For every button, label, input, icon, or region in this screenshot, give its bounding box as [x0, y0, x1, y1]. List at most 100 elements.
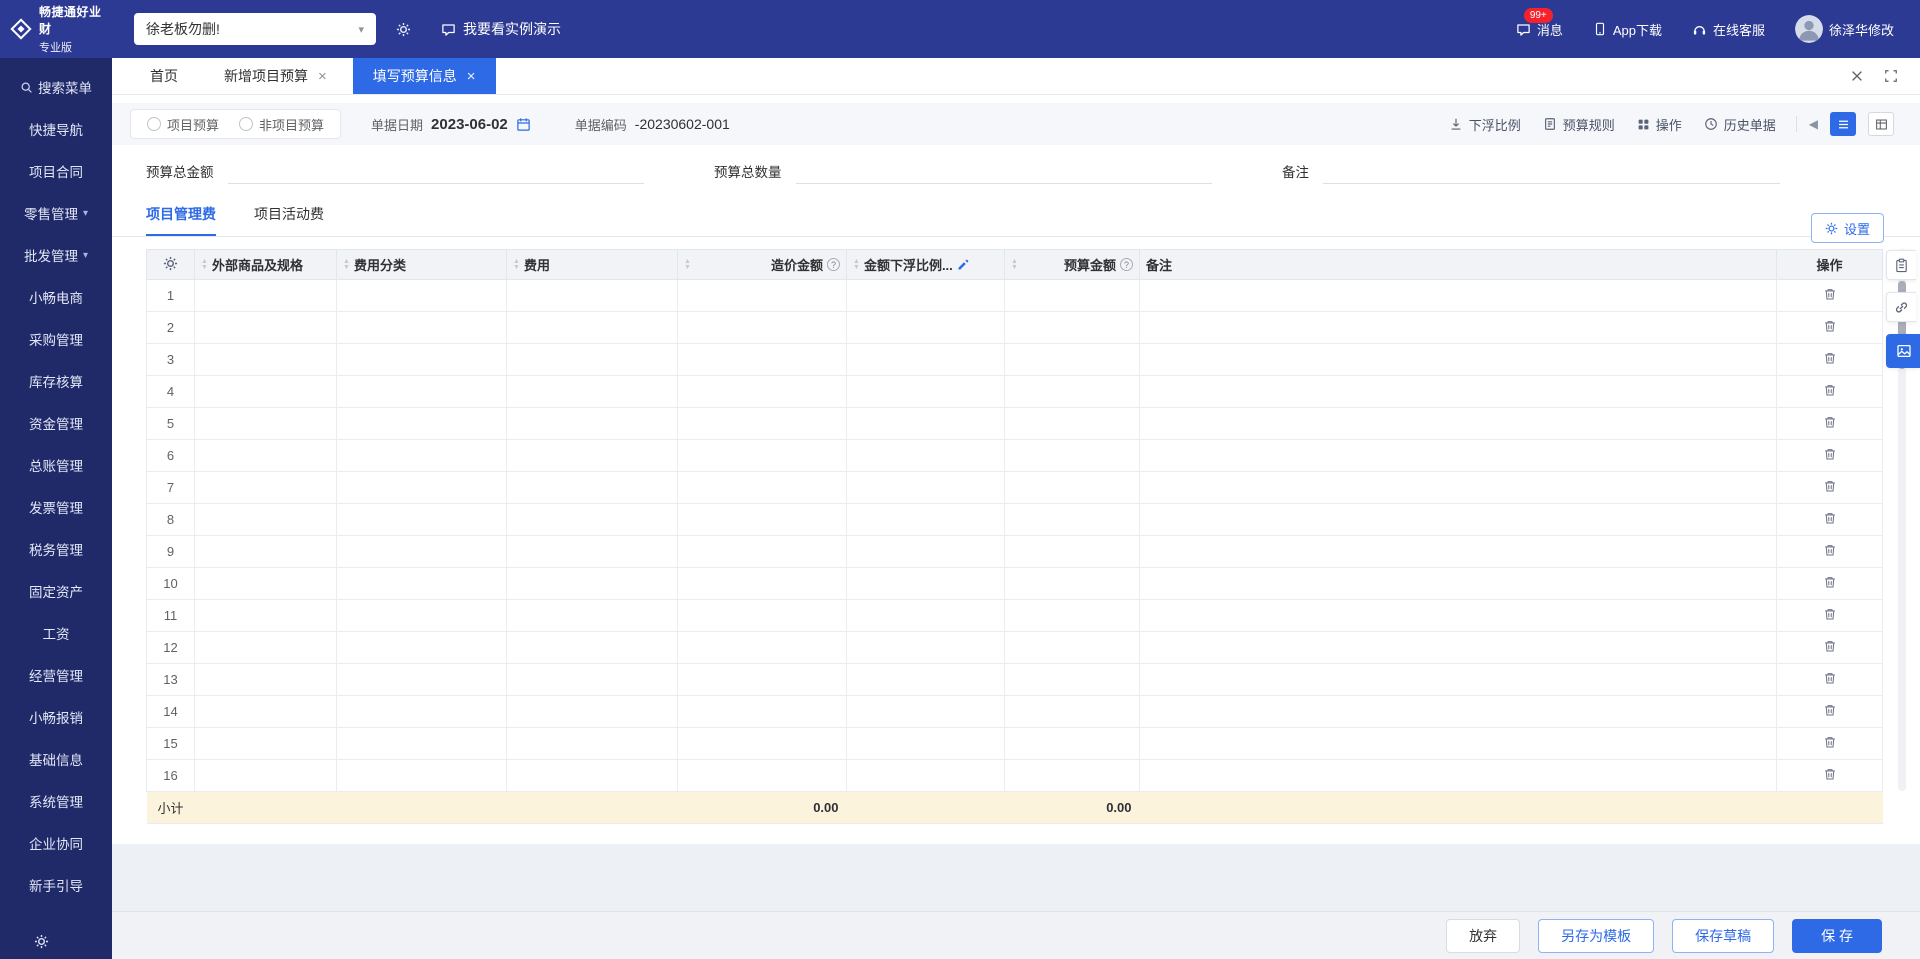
edit-pencil-icon[interactable]	[957, 259, 969, 271]
delete-row-icon[interactable]	[1823, 607, 1837, 621]
grid-cell[interactable]	[1004, 311, 1140, 344]
close-all-icon[interactable]	[1850, 69, 1864, 83]
grid-cell[interactable]	[1139, 727, 1777, 760]
grid-cell[interactable]	[1139, 535, 1777, 568]
grid-cell[interactable]	[194, 567, 337, 600]
grid-cell[interactable]	[506, 471, 678, 504]
settings-button[interactable]: 设置	[1810, 213, 1884, 243]
sort-icon[interactable]: ▲ ▼	[1011, 258, 1018, 271]
grid-cell[interactable]	[506, 631, 678, 664]
field-input-1[interactable]	[795, 158, 1212, 184]
sidebar-item-11[interactable]: 税务管理	[0, 528, 112, 570]
grid-cell[interactable]	[194, 471, 337, 504]
toolbar-action-3[interactable]: 历史单据	[1704, 115, 1776, 134]
grid-cell[interactable]	[506, 663, 678, 696]
footer-button-3[interactable]: 保 存	[1792, 918, 1882, 953]
link-icon[interactable]	[1886, 292, 1916, 322]
sidebar-item-13[interactable]: 工资	[0, 612, 112, 654]
sidebar-settings-gear-icon[interactable]	[34, 934, 49, 949]
sidebar-item-19[interactable]: 新手引导	[0, 864, 112, 906]
grid-cell[interactable]	[1004, 503, 1140, 536]
delete-row-icon[interactable]	[1823, 735, 1837, 749]
grid-cell[interactable]	[506, 727, 678, 760]
grid-cell[interactable]	[506, 375, 678, 408]
grid-column-settings-gear-icon[interactable]	[163, 256, 178, 271]
sidebar-item-9[interactable]: 总账管理	[0, 444, 112, 486]
footer-button-2[interactable]: 保存草稿	[1672, 918, 1775, 953]
delete-row-icon[interactable]	[1823, 479, 1837, 493]
grid-cell[interactable]	[194, 503, 337, 536]
grid-cell[interactable]	[506, 311, 678, 344]
delete-row-icon[interactable]	[1823, 703, 1837, 717]
sidebar-item-8[interactable]: 资金管理	[0, 402, 112, 444]
grid-cell[interactable]	[506, 599, 678, 632]
delete-row-icon[interactable]	[1823, 639, 1837, 653]
grid-cell[interactable]	[1139, 407, 1777, 440]
sort-icon[interactable]: ▲ ▼	[343, 258, 350, 271]
grid-cell[interactable]	[1139, 663, 1777, 696]
grid-cell[interactable]	[677, 535, 847, 568]
grid-cell[interactable]	[1139, 471, 1777, 504]
grid-cell[interactable]	[506, 503, 678, 536]
grid-cell[interactable]	[1139, 311, 1777, 344]
grid-cell[interactable]	[506, 567, 678, 600]
sidebar-item-7[interactable]: 库存核算	[0, 360, 112, 402]
grid-cell[interactable]	[677, 663, 847, 696]
grid-cell[interactable]	[1004, 471, 1140, 504]
grid-cell[interactable]	[506, 695, 678, 728]
sidebar-item-1[interactable]: 快捷导航	[0, 108, 112, 150]
notes-icon[interactable]	[1886, 250, 1916, 280]
grid-cell[interactable]	[194, 439, 337, 472]
grid-cell[interactable]	[677, 311, 847, 344]
sidebar-item-18[interactable]: 企业协同	[0, 822, 112, 864]
sidebar-item-3[interactable]: 零售管理 ▾	[0, 192, 112, 234]
grid-cell[interactable]	[1139, 695, 1777, 728]
grid-cell[interactable]	[336, 407, 507, 440]
grid-cell[interactable]	[677, 503, 847, 536]
grid-cell[interactable]	[194, 311, 337, 344]
sidebar-item-0[interactable]: 搜索菜单	[0, 66, 112, 108]
grid-cell[interactable]	[1139, 567, 1777, 600]
budget-type-radio-1[interactable]: 非项目预算	[239, 115, 324, 134]
grid-cell[interactable]	[846, 695, 1005, 728]
grid-cell[interactable]	[336, 727, 507, 760]
delete-row-icon[interactable]	[1823, 575, 1837, 589]
grid-cell[interactable]	[846, 375, 1005, 408]
toolbar-action-2[interactable]: 操作	[1637, 115, 1682, 134]
grid-cell[interactable]	[194, 599, 337, 632]
grid-cell[interactable]	[1139, 759, 1777, 792]
grid-cell[interactable]	[677, 375, 847, 408]
delete-row-icon[interactable]	[1823, 511, 1837, 525]
grid-cell[interactable]	[677, 407, 847, 440]
field-input-0[interactable]	[227, 158, 644, 184]
grid-cell[interactable]	[194, 663, 337, 696]
grid-cell[interactable]	[1004, 535, 1140, 568]
grid-cell[interactable]	[336, 311, 507, 344]
grid-cell[interactable]	[1004, 567, 1140, 600]
messages-button[interactable]: 99+ 消息	[1516, 7, 1563, 39]
demo-link[interactable]: 我要看实例演示	[441, 19, 561, 39]
grid-cell[interactable]	[506, 439, 678, 472]
sidebar-item-10[interactable]: 发票管理	[0, 486, 112, 528]
tab-0[interactable]: 首页	[130, 58, 198, 94]
delete-row-icon[interactable]	[1823, 447, 1837, 461]
grid-cell[interactable]	[336, 503, 507, 536]
detail-tab-0[interactable]: 项目管理费	[146, 204, 216, 236]
grid-cell[interactable]	[1139, 279, 1777, 312]
grid-cell[interactable]	[194, 279, 337, 312]
grid-cell[interactable]	[336, 471, 507, 504]
delete-row-icon[interactable]	[1823, 383, 1837, 397]
grid-cell[interactable]	[846, 759, 1005, 792]
grid-cell[interactable]	[336, 695, 507, 728]
grid-cell[interactable]	[846, 439, 1005, 472]
field-input-2[interactable]	[1323, 158, 1780, 184]
topbar-settings-gear-icon[interactable]	[396, 22, 411, 37]
grid-cell[interactable]	[846, 631, 1005, 664]
grid-cell[interactable]	[1004, 343, 1140, 376]
sort-icon[interactable]: ▲ ▼	[684, 258, 691, 271]
delete-row-icon[interactable]	[1823, 351, 1837, 365]
grid-cell[interactable]	[1139, 631, 1777, 664]
grid-cell[interactable]	[506, 343, 678, 376]
close-tab-icon[interactable]: ×	[318, 69, 327, 84]
sidebar-item-4[interactable]: 批发管理 ▾	[0, 234, 112, 276]
